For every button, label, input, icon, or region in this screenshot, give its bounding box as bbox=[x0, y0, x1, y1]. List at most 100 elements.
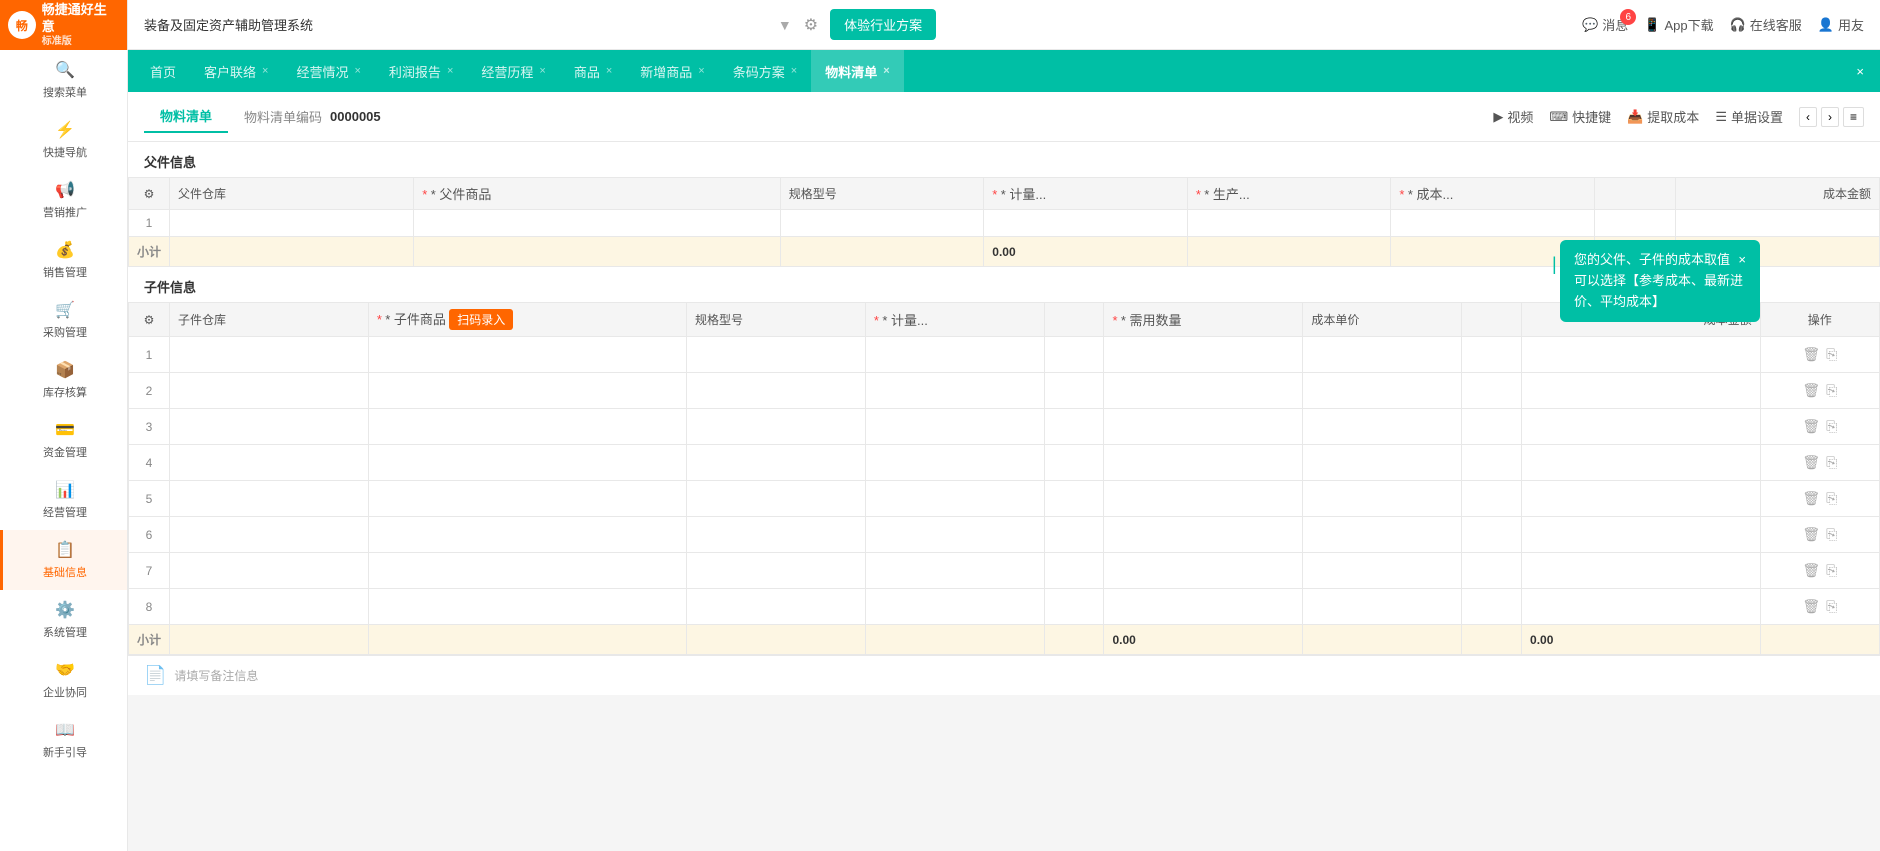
tab-operations[interactable]: 经营情况 × bbox=[282, 50, 374, 92]
page-tab-main[interactable]: 物料清单 bbox=[144, 100, 228, 133]
online-service-item[interactable]: 🎧 在线客服 bbox=[1730, 15, 1802, 34]
tab-product[interactable]: 商品 × bbox=[560, 50, 626, 92]
copy-icon-8[interactable]: ⎘ bbox=[1826, 598, 1837, 615]
child-reqqty-cell-5[interactable] bbox=[1104, 481, 1303, 517]
dropdown-arrow-icon[interactable]: ▼ bbox=[778, 17, 792, 33]
tab-close-customer[interactable]: × bbox=[262, 65, 268, 77]
list-view-btn[interactable]: ≡ bbox=[1843, 107, 1864, 127]
child-qty-cell-3[interactable] bbox=[865, 409, 1044, 445]
tab-home[interactable]: 首页 bbox=[136, 50, 190, 92]
child-product-cell-4[interactable] bbox=[368, 445, 686, 481]
child-spec-cell-4[interactable] bbox=[686, 445, 865, 481]
child-product-cell-1[interactable] bbox=[368, 337, 686, 373]
child-warehouse-cell-8[interactable] bbox=[170, 589, 369, 625]
tab-bom[interactable]: 物料清单 × bbox=[811, 50, 903, 92]
delete-icon-6[interactable]: 🗑 bbox=[1802, 526, 1820, 543]
child-unitcost-cell-4[interactable] bbox=[1303, 445, 1462, 481]
extract-cost-action[interactable]: 📥 提取成本 bbox=[1627, 107, 1699, 126]
parent-cost-cell[interactable] bbox=[1391, 210, 1595, 237]
child-product-cell-6[interactable] bbox=[368, 517, 686, 553]
parent-warehouse-cell[interactable] bbox=[170, 210, 414, 237]
tab-close-new-product[interactable]: × bbox=[698, 65, 704, 77]
child-unitcost-cell-5[interactable] bbox=[1303, 481, 1462, 517]
tab-profit[interactable]: 利润报告 × bbox=[375, 50, 467, 92]
message-item[interactable]: 💬 消息 6 bbox=[1582, 15, 1628, 34]
child-spec-cell-7[interactable] bbox=[686, 553, 865, 589]
child-warehouse-cell-2[interactable] bbox=[170, 373, 369, 409]
delete-icon-8[interactable]: 🗑 bbox=[1802, 598, 1820, 615]
child-product-cell-8[interactable] bbox=[368, 589, 686, 625]
copy-icon-1[interactable]: ⎘ bbox=[1826, 346, 1837, 363]
gear-icon[interactable]: ⚙ bbox=[804, 15, 818, 35]
tab-close-profit[interactable]: × bbox=[447, 65, 453, 77]
shortcut-action[interactable]: ⌨ 快捷键 bbox=[1549, 107, 1611, 126]
app-download-item[interactable]: 📱 App下载 bbox=[1644, 15, 1713, 34]
delete-icon-2[interactable]: 🗑 bbox=[1802, 382, 1820, 399]
sidebar-item-inventory[interactable]: 📦 库存核算 bbox=[0, 350, 127, 410]
child-spec-cell-2[interactable] bbox=[686, 373, 865, 409]
tooltip-close-button[interactable]: × bbox=[1738, 250, 1746, 271]
child-reqqty-cell-4[interactable] bbox=[1104, 445, 1303, 481]
child-qty-cell-5[interactable] bbox=[865, 481, 1044, 517]
copy-icon-7[interactable]: ⎘ bbox=[1826, 562, 1837, 579]
sidebar-item-enterprise[interactable]: 🤝 企业协同 bbox=[0, 650, 127, 710]
child-unitcost-cell-7[interactable] bbox=[1303, 553, 1462, 589]
sidebar-item-system[interactable]: ⚙️ 系统管理 bbox=[0, 590, 127, 650]
child-reqqty-cell-2[interactable] bbox=[1104, 373, 1303, 409]
child-product-cell-2[interactable] bbox=[368, 373, 686, 409]
child-product-cell-7[interactable] bbox=[368, 553, 686, 589]
user-item[interactable]: 👤 用友 bbox=[1818, 15, 1864, 34]
sidebar-item-marketing[interactable]: 📢 营销推广 bbox=[0, 170, 127, 230]
delete-icon-3[interactable]: 🗑 bbox=[1802, 418, 1820, 435]
child-warehouse-cell-4[interactable] bbox=[170, 445, 369, 481]
sidebar-item-search[interactable]: 🔍 搜索菜单 bbox=[0, 50, 127, 110]
child-warehouse-cell-3[interactable] bbox=[170, 409, 369, 445]
delete-icon-4[interactable]: 🗑 bbox=[1802, 454, 1820, 471]
child-warehouse-cell-5[interactable] bbox=[170, 481, 369, 517]
tab-close-operations[interactable]: × bbox=[354, 65, 360, 77]
child-qty-cell-1[interactable] bbox=[865, 337, 1044, 373]
child-reqqty-cell-3[interactable] bbox=[1104, 409, 1303, 445]
child-qty-cell-2[interactable] bbox=[865, 373, 1044, 409]
parent-prod-cell[interactable] bbox=[1187, 210, 1391, 237]
view-action[interactable]: ▶ 视频 bbox=[1493, 107, 1533, 126]
tab-close-barcode[interactable]: × bbox=[791, 65, 797, 77]
copy-icon-4[interactable]: ⎘ bbox=[1826, 454, 1837, 471]
child-product-cell-5[interactable] bbox=[368, 481, 686, 517]
copy-icon-6[interactable]: ⎘ bbox=[1826, 526, 1837, 543]
copy-icon-2[interactable]: ⎘ bbox=[1826, 382, 1837, 399]
tab-close-history[interactable]: × bbox=[539, 65, 545, 77]
child-spec-cell-8[interactable] bbox=[686, 589, 865, 625]
sidebar-item-quicknav[interactable]: ⚡ 快捷导航 bbox=[0, 110, 127, 170]
sidebar-item-purchase[interactable]: 🛒 采购管理 bbox=[0, 290, 127, 350]
child-unitcost-cell-2[interactable] bbox=[1303, 373, 1462, 409]
child-unitcost-cell-8[interactable] bbox=[1303, 589, 1462, 625]
child-warehouse-cell-7[interactable] bbox=[170, 553, 369, 589]
tab-new-product[interactable]: 新增商品 × bbox=[626, 50, 718, 92]
tab-customer[interactable]: 客户联络 × bbox=[190, 50, 282, 92]
child-reqqty-cell-8[interactable] bbox=[1104, 589, 1303, 625]
child-spec-cell-5[interactable] bbox=[686, 481, 865, 517]
sidebar-item-finance[interactable]: 💳 资金管理 bbox=[0, 410, 127, 470]
child-qty-cell-8[interactable] bbox=[865, 589, 1044, 625]
sidebar-item-sales[interactable]: 💰 销售管理 bbox=[0, 230, 127, 290]
child-warehouse-cell-1[interactable] bbox=[170, 337, 369, 373]
tab-barcode[interactable]: 条码方案 × bbox=[719, 50, 811, 92]
parent-qty-cell[interactable] bbox=[984, 210, 1188, 237]
child-spec-cell-1[interactable] bbox=[686, 337, 865, 373]
child-warehouse-cell-6[interactable] bbox=[170, 517, 369, 553]
tab-close-product[interactable]: × bbox=[606, 65, 612, 77]
child-qty-cell-7[interactable] bbox=[865, 553, 1044, 589]
tab-history[interactable]: 经营历程 × bbox=[467, 50, 559, 92]
tab-close-bom[interactable]: × bbox=[883, 65, 889, 77]
next-page-btn[interactable]: › bbox=[1821, 107, 1839, 127]
single-settings-action[interactable]: ☰ 单据设置 bbox=[1715, 107, 1783, 126]
sidebar-item-basic-info[interactable]: 📋 基础信息 bbox=[0, 530, 127, 590]
child-reqqty-cell-1[interactable] bbox=[1104, 337, 1303, 373]
close-all-tabs[interactable]: × bbox=[1848, 64, 1872, 79]
child-spec-cell-6[interactable] bbox=[686, 517, 865, 553]
delete-icon-1[interactable]: 🗑 bbox=[1802, 346, 1820, 363]
child-reqqty-cell-7[interactable] bbox=[1104, 553, 1303, 589]
child-unitcost-cell-6[interactable] bbox=[1303, 517, 1462, 553]
parent-product-cell[interactable] bbox=[414, 210, 780, 237]
